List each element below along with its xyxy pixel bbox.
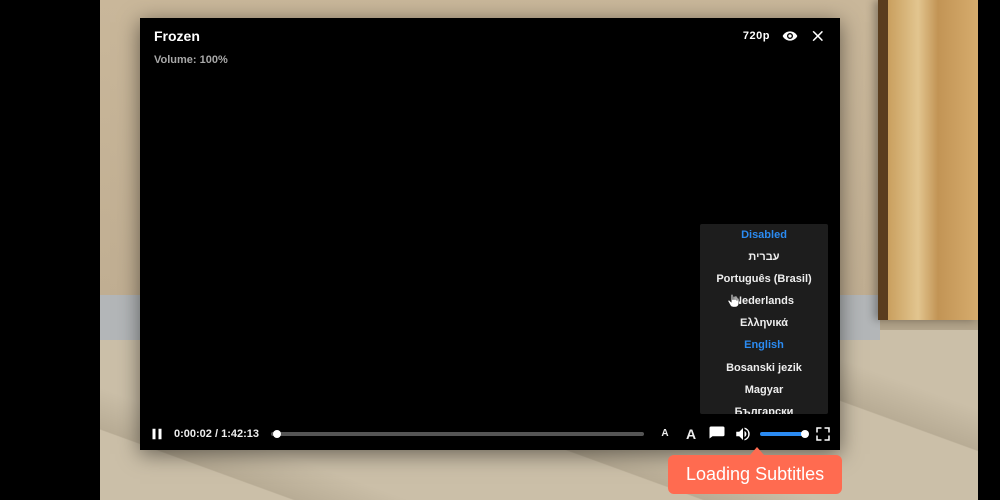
fullscreen-button[interactable]	[814, 425, 832, 443]
subtitle-option[interactable]: עברית	[700, 246, 828, 268]
subtitle-option[interactable]: Português (Brasil)	[700, 268, 828, 290]
player-controls: 0:00:02 / 1:42:13 A A	[140, 418, 840, 450]
player-titlebar: Frozen 720p	[140, 18, 840, 48]
font-increase-button[interactable]: A	[682, 425, 700, 443]
volume-icon[interactable]	[734, 425, 752, 443]
volume-slider[interactable]	[760, 432, 806, 436]
subtitle-menu[interactable]: DisabledעבריתPortuguês (Brasil)Nederland…	[700, 224, 828, 414]
volume-overlay: Volume: 100%	[140, 48, 840, 72]
subtitle-option[interactable]: Ελληνικά	[700, 312, 828, 334]
loading-subtitles-tooltip: Loading Subtitles	[668, 455, 842, 494]
subtitles-button[interactable]	[708, 425, 726, 443]
duration: 1:42:13	[221, 428, 259, 440]
subtitle-option[interactable]: Disabled	[700, 224, 828, 246]
subtitle-option[interactable]: Nederlands	[700, 290, 828, 312]
close-icon[interactable]	[810, 28, 826, 44]
subtitle-option[interactable]: Magyar	[700, 379, 828, 401]
subtitle-option[interactable]: English	[700, 334, 828, 356]
progress-bar[interactable]	[271, 432, 644, 436]
quality-badge[interactable]: 720p	[743, 30, 770, 42]
font-decrease-button[interactable]: A	[656, 425, 674, 444]
subtitle-option[interactable]: Български	[700, 401, 828, 414]
subtitle-option[interactable]: Bosanski jezik	[700, 357, 828, 379]
progress-thumb[interactable]	[273, 430, 281, 438]
volume-thumb[interactable]	[801, 430, 809, 438]
time-display: 0:00:02 / 1:42:13	[174, 428, 259, 440]
eye-icon[interactable]	[782, 28, 798, 44]
current-time: 0:00:02	[174, 428, 212, 440]
video-title: Frozen	[154, 28, 200, 44]
video-player: Frozen 720p Volume: 100% DisabledעבריתPo…	[140, 18, 840, 450]
pause-button[interactable]	[148, 425, 166, 443]
